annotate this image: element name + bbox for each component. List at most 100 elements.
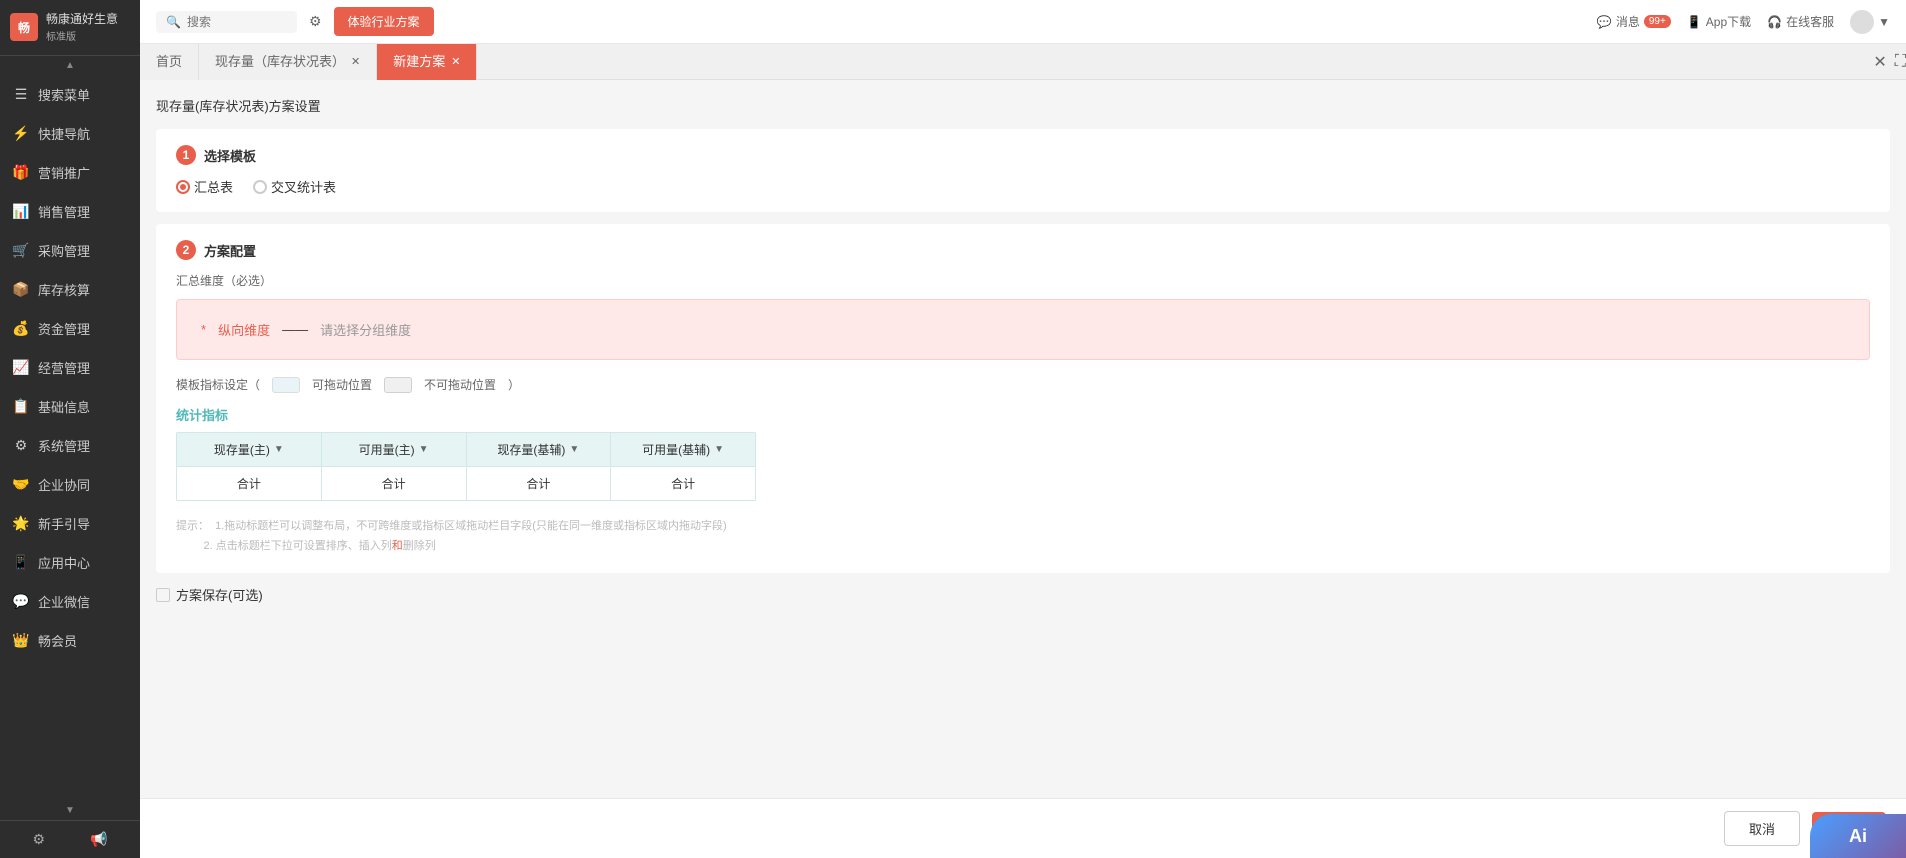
- body-cell-available-main: 合计: [322, 466, 466, 500]
- tab-new-scheme-close-icon[interactable]: ✕: [451, 44, 460, 80]
- search-box[interactable]: 🔍: [156, 11, 297, 33]
- user-menu[interactable]: ▼: [1850, 10, 1890, 34]
- sidebar-item-appcenter[interactable]: 📱 应用中心: [0, 543, 140, 582]
- col-available-main[interactable]: 可用量(主) ▼: [322, 433, 467, 466]
- sidebar-item-basics[interactable]: 📋 基础信息: [0, 387, 140, 426]
- tab-new-scheme[interactable]: 新建方案 ✕: [377, 44, 477, 80]
- sidebar-item-label: 搜索菜单: [38, 85, 90, 104]
- radio-summary[interactable]: 汇总表: [176, 177, 233, 196]
- window-controls: ✕ ⛶: [1873, 52, 1906, 72]
- step1-header: 1 选择模板: [176, 145, 1870, 165]
- online-service-link[interactable]: 🎧 在线客服: [1767, 13, 1834, 30]
- non-draggable-indicator: [384, 377, 412, 393]
- message-label: 消息: [1616, 13, 1640, 30]
- search-menu-icon: ☰: [12, 86, 30, 103]
- non-draggable-label: 不可拖动位置: [424, 376, 496, 393]
- sidebar-item-label: 库存核算: [38, 280, 90, 299]
- chevron-down-icon: ▼: [419, 444, 429, 455]
- content-area: 现存量(库存状况表)方案设置 1 选择模板 汇总表 交叉统计表 2: [140, 80, 1906, 798]
- purchase-icon: 🛒: [12, 242, 30, 259]
- sidebar-scroll-up[interactable]: ▲: [0, 56, 140, 75]
- template-indicators-end: ）: [508, 376, 520, 393]
- expand-window-icon[interactable]: ⛶: [1895, 53, 1906, 71]
- step1-num: 1: [176, 145, 196, 165]
- sidebar-item-label: 系统管理: [38, 436, 90, 455]
- cancel-button[interactable]: 取消: [1724, 811, 1800, 846]
- message-badge[interactable]: 💬 消息 99+: [1597, 13, 1671, 30]
- col-available-sub-label: 可用量(基辅): [642, 441, 710, 458]
- sidebar-item-purchase[interactable]: 🛒 采购管理: [0, 231, 140, 270]
- sidebar-item-system[interactable]: ⚙ 系统管理: [0, 426, 140, 465]
- app-logo-icon: 畅: [10, 13, 38, 41]
- sidebar-item-label: 采购管理: [38, 241, 90, 260]
- close-window-icon[interactable]: ✕: [1873, 52, 1886, 72]
- sidebar-item-label: 营销推广: [38, 163, 90, 182]
- vertical-dim-label: 纵向维度: [218, 320, 270, 339]
- sidebar: 畅 畅康通好生意 标准版 ▲ ☰ 搜索菜单 ⚡ 快捷导航 🎁 营销推广 📊 销售…: [0, 0, 140, 858]
- sidebar-item-finance[interactable]: 💰 资金管理: [0, 309, 140, 348]
- dimension-selector[interactable]: * 纵向维度 —— 请选择分组维度: [176, 299, 1870, 360]
- col-current-main[interactable]: 现存量(主) ▼: [177, 433, 322, 466]
- settings-icon[interactable]: ⚙: [33, 831, 46, 848]
- volume-icon[interactable]: 📢: [90, 831, 107, 848]
- search-input[interactable]: [187, 15, 287, 29]
- sidebar-scroll-down[interactable]: ▼: [0, 801, 140, 820]
- save-checkbox-box[interactable]: [156, 588, 170, 602]
- summary-dim-label: 汇总维度（必选）: [176, 272, 1870, 289]
- step2-label: 方案配置: [204, 241, 256, 260]
- stats-table-header: 现存量(主) ▼ 可用量(主) ▼ 现存量(基辅) ▼: [177, 433, 755, 466]
- sidebar-item-label: 企业协同: [38, 475, 90, 494]
- sidebar-item-sales[interactable]: 📊 销售管理: [0, 192, 140, 231]
- app-download-link[interactable]: 📱 App下载: [1687, 13, 1751, 30]
- stats-label: 统计指标: [176, 405, 1870, 424]
- body-col-available-main: 合计: [322, 466, 467, 500]
- col-current-sub[interactable]: 现存量(基辅) ▼: [467, 433, 612, 466]
- col-available-main-label: 可用量(主): [359, 441, 415, 458]
- chevron-down-icon: ▼: [1878, 15, 1890, 29]
- tab-inventory-status[interactable]: 现存量（库存状况表） ✕: [199, 44, 377, 80]
- draggable-indicator: [272, 377, 300, 393]
- tab-inventory-close-icon[interactable]: ✕: [351, 44, 360, 80]
- topbar-left: 🔍 ⚙ 体验行业方案: [156, 7, 434, 36]
- sidebar-item-quicknav[interactable]: ⚡ 快捷导航: [0, 114, 140, 153]
- sidebar-item-marketing[interactable]: 🎁 营销推广: [0, 153, 140, 192]
- headset-icon: 🎧: [1767, 15, 1782, 29]
- required-star: *: [201, 322, 206, 337]
- tabs-bar: 首页 现存量（库存状况表） ✕ 新建方案 ✕ ✕ ⛶: [140, 44, 1906, 80]
- sidebar-item-newguide[interactable]: 🌟 新手引导: [0, 504, 140, 543]
- chevron-down-icon: ▼: [714, 444, 724, 455]
- gear-icon[interactable]: ⚙: [309, 13, 322, 30]
- inventory-icon: 📦: [12, 281, 30, 298]
- save-checkbox-row[interactable]: 方案保存(可选): [156, 585, 1890, 604]
- col-available-sub[interactable]: 可用量(基辅) ▼: [611, 433, 755, 466]
- sidebar-item-collab[interactable]: 🤝 企业协同: [0, 465, 140, 504]
- radio-cross-circle: [253, 180, 267, 194]
- sidebar-item-wechat[interactable]: 💬 企业微信: [0, 582, 140, 621]
- quicknav-icon: ⚡: [12, 125, 30, 142]
- sidebar-item-member[interactable]: 👑 畅会员: [0, 621, 140, 660]
- col-current-sub-label: 现存量(基辅): [497, 441, 565, 458]
- appcenter-icon: 📱: [12, 554, 30, 571]
- sidebar-logo: 畅 畅康通好生意 标准版: [0, 0, 140, 56]
- sidebar-item-search[interactable]: ☰ 搜索菜单: [0, 75, 140, 114]
- template-indicators-label: 模板指标设定（: [176, 376, 260, 393]
- tip-2: 2. 点击标题栏下拉可设置排序、插入列和删除列: [176, 537, 1870, 553]
- main-area: 🔍 ⚙ 体验行业方案 💬 消息 99+ 📱 App下载 🎧 在线客服 ▼: [140, 0, 1906, 858]
- system-icon: ⚙: [12, 437, 30, 454]
- sidebar-item-inventory[interactable]: 📦 库存核算: [0, 270, 140, 309]
- newguide-icon: 🌟: [12, 515, 30, 532]
- tab-home[interactable]: 首页: [140, 44, 199, 80]
- sidebar-item-label: 经营管理: [38, 358, 90, 377]
- sidebar-item-label: 新手引导: [38, 514, 90, 533]
- sidebar-item-operations[interactable]: 📈 经营管理: [0, 348, 140, 387]
- bottom-bar: 取消 查询: [140, 798, 1906, 858]
- ai-float-button[interactable]: Ai: [1810, 814, 1906, 858]
- sidebar-nav: ☰ 搜索菜单 ⚡ 快捷导航 🎁 营销推广 📊 销售管理 🛒 采购管理 📦 库存核…: [0, 75, 140, 801]
- dim-placeholder: 请选择分组维度: [320, 320, 411, 339]
- trial-button[interactable]: 体验行业方案: [334, 7, 434, 36]
- message-count: 99+: [1644, 15, 1671, 28]
- chevron-down-icon: ▼: [569, 444, 579, 455]
- sidebar-bottom: ⚙ 📢: [0, 820, 140, 858]
- body-cell-current-sub: 合计: [467, 466, 611, 500]
- radio-cross[interactable]: 交叉统计表: [253, 177, 336, 196]
